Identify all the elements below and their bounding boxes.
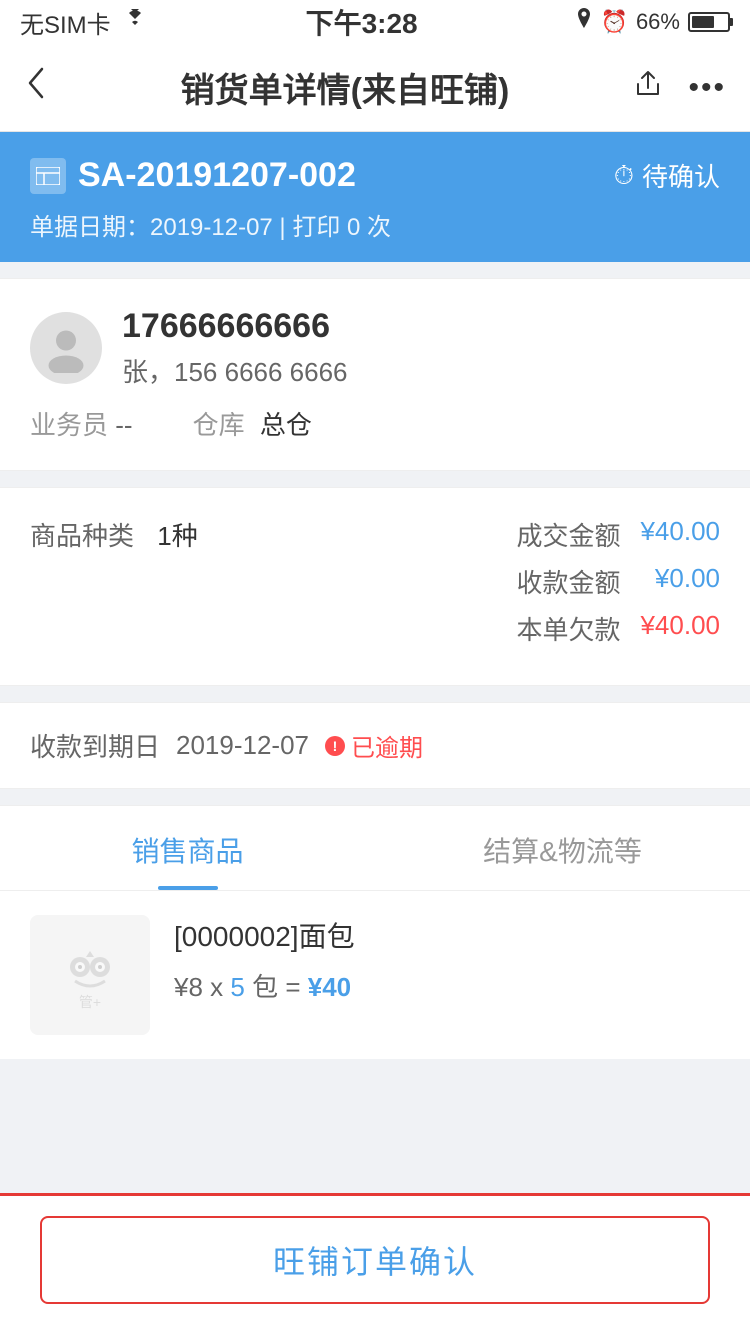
- sales-person-value: --: [115, 410, 132, 440]
- due-date-section: 收款到期日 2019-12-07 ! 已逾期: [0, 702, 750, 789]
- order-status: ⏱ 待确认: [614, 157, 720, 194]
- status-bar-left: 无SIM卡: [20, 5, 149, 40]
- product-total: ¥40: [308, 972, 351, 1002]
- nav-actions: •••: [606, 68, 726, 107]
- wifi-icon: [121, 8, 149, 36]
- product-formula: ¥8 x 5 包 = ¥40: [174, 967, 720, 1004]
- summary-section: 商品种类 1种 成交金额 ¥40.00 收款金额 ¥0.00 本单欠款 ¥40.…: [0, 487, 750, 686]
- status-clock-icon: ⏱: [614, 160, 634, 192]
- location-icon: [575, 8, 593, 36]
- customer-name: 张，156 6666 6666: [122, 352, 720, 389]
- customer-meta: 业务员 -- 仓库 总仓: [30, 405, 720, 442]
- product-type: 商品种类 1种: [30, 516, 198, 657]
- collection-label: 收款金额: [516, 563, 620, 600]
- share-icon[interactable]: [632, 68, 664, 107]
- svg-text:管+: 管+: [79, 994, 101, 1010]
- product-section: 管+ [0000002]面包 ¥8 x 5 包 = ¥40: [0, 891, 750, 1059]
- amount-summary: 成交金额 ¥40.00 收款金额 ¥0.00 本单欠款 ¥40.00: [516, 516, 720, 657]
- bottom-bar: 旺铺订单确认: [0, 1193, 750, 1334]
- due-date-value: 2019-12-07: [176, 730, 309, 761]
- order-id: SA-20191207-002: [30, 156, 356, 195]
- collection-value: ¥0.00: [655, 563, 720, 600]
- avatar: [30, 312, 102, 384]
- tab-sales-products[interactable]: 销售商品: [0, 806, 375, 890]
- balance-value: ¥40.00: [640, 610, 720, 647]
- sales-person: 业务员 --: [30, 405, 133, 442]
- order-date: 单据日期：2019-12-07 | 打印 0 次: [30, 207, 720, 242]
- product-item: 管+ [0000002]面包 ¥8 x 5 包 = ¥40: [30, 915, 720, 1035]
- overdue-text: 已逾期: [351, 728, 423, 763]
- warehouse-value: 总仓: [260, 410, 312, 440]
- transaction-label: 成交金额: [516, 516, 620, 553]
- order-icon: [30, 158, 66, 194]
- product-qty: 5: [230, 972, 244, 1002]
- overdue-badge: ! 已逾期: [325, 728, 423, 763]
- transaction-value: ¥40.00: [640, 516, 720, 553]
- nav-bar: 销货单详情(来自旺铺) •••: [0, 44, 750, 132]
- customer-section: 17666666666 张，156 6666 6666 业务员 -- 仓库 总仓: [0, 278, 750, 471]
- battery-icon: [688, 12, 730, 32]
- confirm-button[interactable]: 旺铺订单确认: [40, 1216, 710, 1304]
- product-unit: 包: [252, 972, 278, 1002]
- warehouse: 仓库 总仓: [193, 405, 312, 442]
- product-type-value: 1种: [157, 521, 197, 551]
- product-info: [0000002]面包 ¥8 x 5 包 = ¥40: [174, 915, 720, 1004]
- due-date-label: 收款到期日: [30, 727, 160, 764]
- order-banner: SA-20191207-002 ⏱ 待确认 单据日期：2019-12-07 | …: [0, 132, 750, 262]
- product-price: ¥8: [174, 972, 203, 1002]
- back-button[interactable]: [24, 63, 84, 112]
- overdue-icon: !: [325, 736, 345, 756]
- tabs-row: 销售商品 结算&物流等: [0, 806, 750, 891]
- more-icon[interactable]: •••: [688, 71, 726, 105]
- alarm-icon: ⏰: [601, 9, 628, 35]
- tab-settlement[interactable]: 结算&物流等: [375, 806, 750, 890]
- product-type-label: 商品种类: [30, 521, 134, 551]
- customer-info: 17666666666 张，156 6666 6666: [122, 307, 720, 389]
- customer-phone: 17666666666: [122, 307, 720, 346]
- status-bar-time: 下午3:28: [306, 2, 418, 42]
- status-bar: 无SIM卡 下午3:28 ⏰ 66%: [0, 0, 750, 44]
- page-title: 销货单详情(来自旺铺): [84, 63, 606, 112]
- product-name: [0000002]面包: [174, 915, 720, 955]
- carrier-text: 无SIM卡: [20, 5, 111, 40]
- tabs-section: 销售商品 结算&物流等 管+: [0, 805, 750, 1059]
- balance-label: 本单欠款: [516, 610, 620, 647]
- battery-percent: 66%: [636, 9, 680, 35]
- product-thumbnail: 管+: [30, 915, 150, 1035]
- status-bar-right: ⏰ 66%: [575, 8, 730, 36]
